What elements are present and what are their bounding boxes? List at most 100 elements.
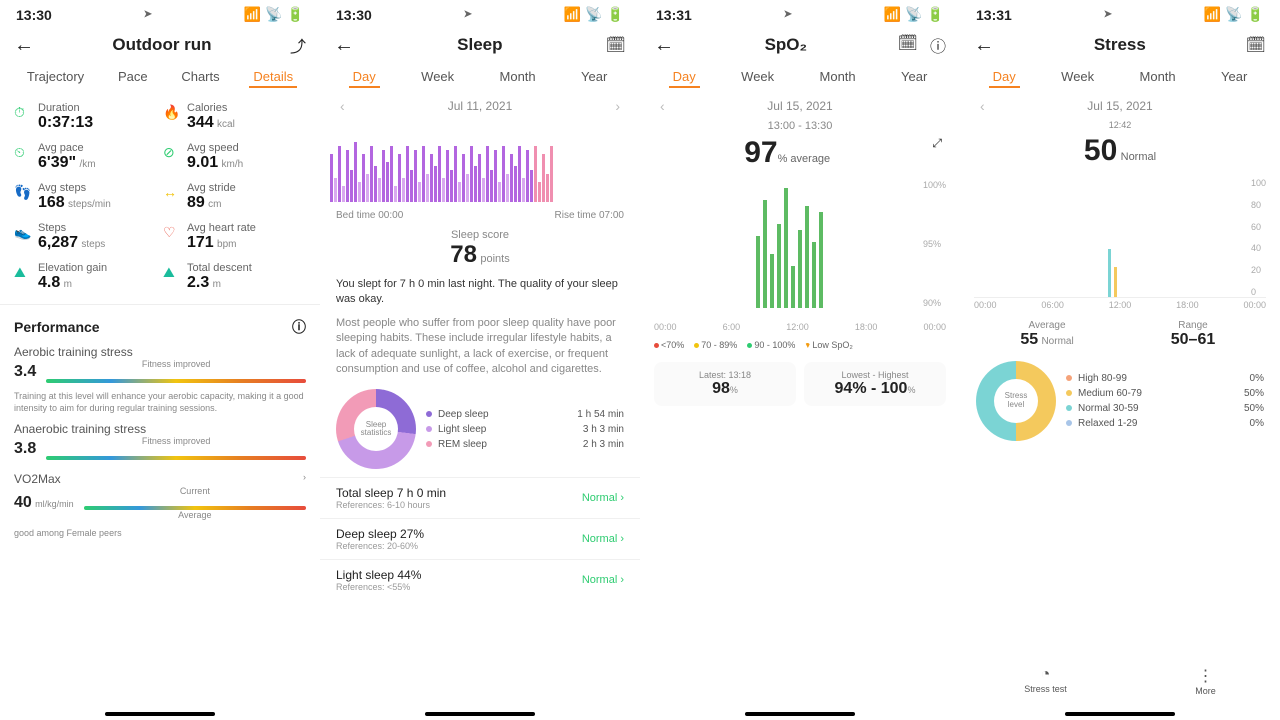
anaerobic-badge: Fitness improved — [46, 436, 306, 446]
legend-item: Low SpO₂ — [805, 340, 853, 350]
tab-day[interactable]: Day — [349, 67, 380, 88]
vo2-label: VO2Max — [14, 472, 61, 486]
status-icons: 📶 📡 🔋 — [244, 6, 304, 23]
sleep-list-item[interactable]: Total sleep 7 h 0 minReferences: 6-10 ho… — [320, 477, 640, 518]
tab-month[interactable]: Month — [1136, 67, 1180, 88]
bottom-nav: ◔Stress test ⋮More — [960, 660, 1280, 702]
date: Jul 15, 2021 — [767, 99, 832, 113]
tab-day[interactable]: Day — [669, 67, 700, 88]
vo2-value: 40 — [14, 494, 32, 511]
legend-item: REM sleep2 h 3 min — [426, 437, 624, 452]
steps-icon: 👟 — [14, 224, 32, 241]
stress-test-button[interactable]: ◔Stress test — [1024, 666, 1067, 696]
bed-rise-row: Bed time 00:00 Rise time 07:00 — [320, 206, 640, 225]
vo2-note: good among Female peers — [0, 526, 320, 542]
tab-details[interactable]: Details — [249, 67, 297, 88]
tab-year[interactable]: Year — [897, 67, 931, 88]
back-button[interactable]: ← — [334, 34, 354, 57]
expand-icon[interactable]: ⤢ — [932, 136, 942, 151]
info-icon[interactable]: ⓘ — [930, 33, 946, 57]
calendar-icon[interactable]: 🗓 — [898, 33, 918, 57]
avg stride-icon: ↔ — [163, 184, 181, 200]
spo2-suffix: % average — [778, 153, 831, 165]
aerobic-value: 3.4 — [14, 363, 36, 381]
run-tabs: Trajectory Pace Charts Details — [0, 65, 320, 94]
stress-tabs: Day Week Month Year — [960, 65, 1280, 94]
tab-charts[interactable]: Charts — [177, 67, 223, 88]
sleep-list-item[interactable]: Deep sleep 27%References: 20-60%Normal › — [320, 518, 640, 559]
avg heart rate-icon: ♡ — [163, 224, 181, 241]
next-day[interactable]: › — [615, 98, 620, 114]
more-button[interactable]: ⋮More — [1195, 666, 1216, 696]
sleep-legend: Deep sleep1 h 54 minLight sleep3 h 3 min… — [426, 407, 624, 452]
tab-year[interactable]: Year — [577, 67, 611, 88]
stress-xaxis: 00:00 06:00 12:00 18:00 00:00 — [960, 300, 1280, 310]
tab-year[interactable]: Year — [1217, 67, 1251, 88]
avg pace-icon: ⏲ — [14, 144, 32, 161]
tab-day[interactable]: Day — [989, 67, 1020, 88]
aerobic-bar — [46, 379, 306, 383]
status-bar: 13:30 ➤ 📶 📡 🔋 — [320, 0, 640, 25]
spo2-chart[interactable]: 100% 95% 90% — [654, 180, 946, 320]
sleep-stage-chart[interactable] — [330, 122, 630, 202]
tab-week[interactable]: Week — [417, 67, 458, 88]
location-icon: ➤ — [464, 9, 472, 20]
spo2-value-row: 97% average ⤢ — [640, 134, 960, 172]
metric-elevation gain: ⛰ Elevation gain 4.8 m — [14, 262, 157, 292]
navbar: ← SpO₂ 🗓 ⓘ — [640, 25, 960, 65]
back-button[interactable]: ← — [654, 34, 674, 57]
tab-week[interactable]: Week — [1057, 67, 1098, 88]
page-title: SpO₂ — [765, 35, 808, 55]
gauge-icon: ◔ — [1024, 666, 1067, 684]
date: Jul 15, 2021 — [1087, 99, 1152, 113]
spo2-value: 97 — [744, 136, 777, 169]
home-indicator[interactable] — [425, 712, 535, 716]
home-indicator[interactable] — [105, 712, 215, 716]
tab-month[interactable]: Month — [496, 67, 540, 88]
share-icon[interactable]: ⤴ — [290, 33, 306, 57]
legend-item: 90 - 100% — [747, 340, 795, 350]
date-nav: ‹ Jul 15, 2021 › — [640, 94, 960, 118]
legend-item: Medium 60-7950% — [1066, 386, 1264, 401]
location-icon: ➤ — [144, 9, 152, 20]
date-nav: ‹ Jul 11, 2021 › — [320, 94, 640, 118]
spo2-tabs: Day Week Month Year — [640, 65, 960, 94]
aerobic-note: Training at this level will enhance your… — [0, 389, 320, 416]
navbar: ← Stress 🗓 — [960, 25, 1280, 65]
tab-week[interactable]: Week — [737, 67, 778, 88]
stress-donut-row: High 80-990%Medium 60-7950%Normal 30-595… — [960, 353, 1280, 449]
sleep-list-item[interactable]: Light sleep 44%References: <55%Normal › — [320, 559, 640, 600]
prev-day[interactable]: ‹ — [340, 98, 345, 114]
clock: 13:30 — [16, 7, 52, 23]
tab-month[interactable]: Month — [816, 67, 860, 88]
sleep-tabs: Day Week Month Year — [320, 65, 640, 94]
sleep-donut-row: Deep sleep1 h 54 minLight sleep3 h 3 min… — [320, 381, 640, 477]
info-icon[interactable]: ⓘ — [292, 317, 306, 337]
calendar-icon[interactable]: 🗓 — [606, 35, 626, 55]
spo2-legend: <70%70 - 89%90 - 100%Low SpO₂ — [640, 332, 960, 358]
back-button[interactable]: ← — [14, 34, 34, 57]
home-indicator[interactable] — [1065, 712, 1175, 716]
screen-stress: 13:31 ➤ 📶 📡 🔋 ← Stress 🗓 Day Week Month … — [960, 0, 1280, 720]
home-indicator[interactable] — [745, 712, 855, 716]
avg-col: Average 55 Normal — [974, 320, 1120, 349]
range-card[interactable]: Lowest - Highest 94% - 100% — [804, 362, 946, 406]
back-button[interactable]: ← — [974, 34, 994, 57]
screen-sleep: 13:30 ➤ 📶 📡 🔋 ← Sleep 🗓 Day Week Month Y… — [320, 0, 640, 720]
prev-day[interactable]: ‹ — [980, 98, 985, 114]
stress-suffix: Normal — [1121, 151, 1156, 163]
status-icons: 📶 📡 🔋 — [564, 6, 624, 23]
metric-duration: ⏱ Duration 0:37:13 — [14, 102, 157, 132]
date-nav: ‹ Jul 15, 2021 › — [960, 94, 1280, 118]
score-value: 78 — [450, 241, 477, 268]
prev-day[interactable]: ‹ — [660, 98, 665, 114]
calendar-icon[interactable]: 🗓 — [1246, 35, 1266, 55]
tab-trajectory[interactable]: Trajectory — [23, 67, 88, 88]
spo2-time-range: 13:00 - 13:30 — [640, 118, 960, 134]
stress-chart[interactable]: 100 80 60 40 20 0 — [974, 178, 1266, 298]
vo2-block[interactable]: VO2Max › 40 ml/kg/min Current Average — [0, 466, 320, 526]
navbar: ← Sleep 🗓 — [320, 25, 640, 65]
latest-card[interactable]: Latest: 13:18 98% — [654, 362, 796, 406]
tab-pace[interactable]: Pace — [114, 67, 152, 88]
bed-time: Bed time 00:00 — [336, 210, 403, 221]
